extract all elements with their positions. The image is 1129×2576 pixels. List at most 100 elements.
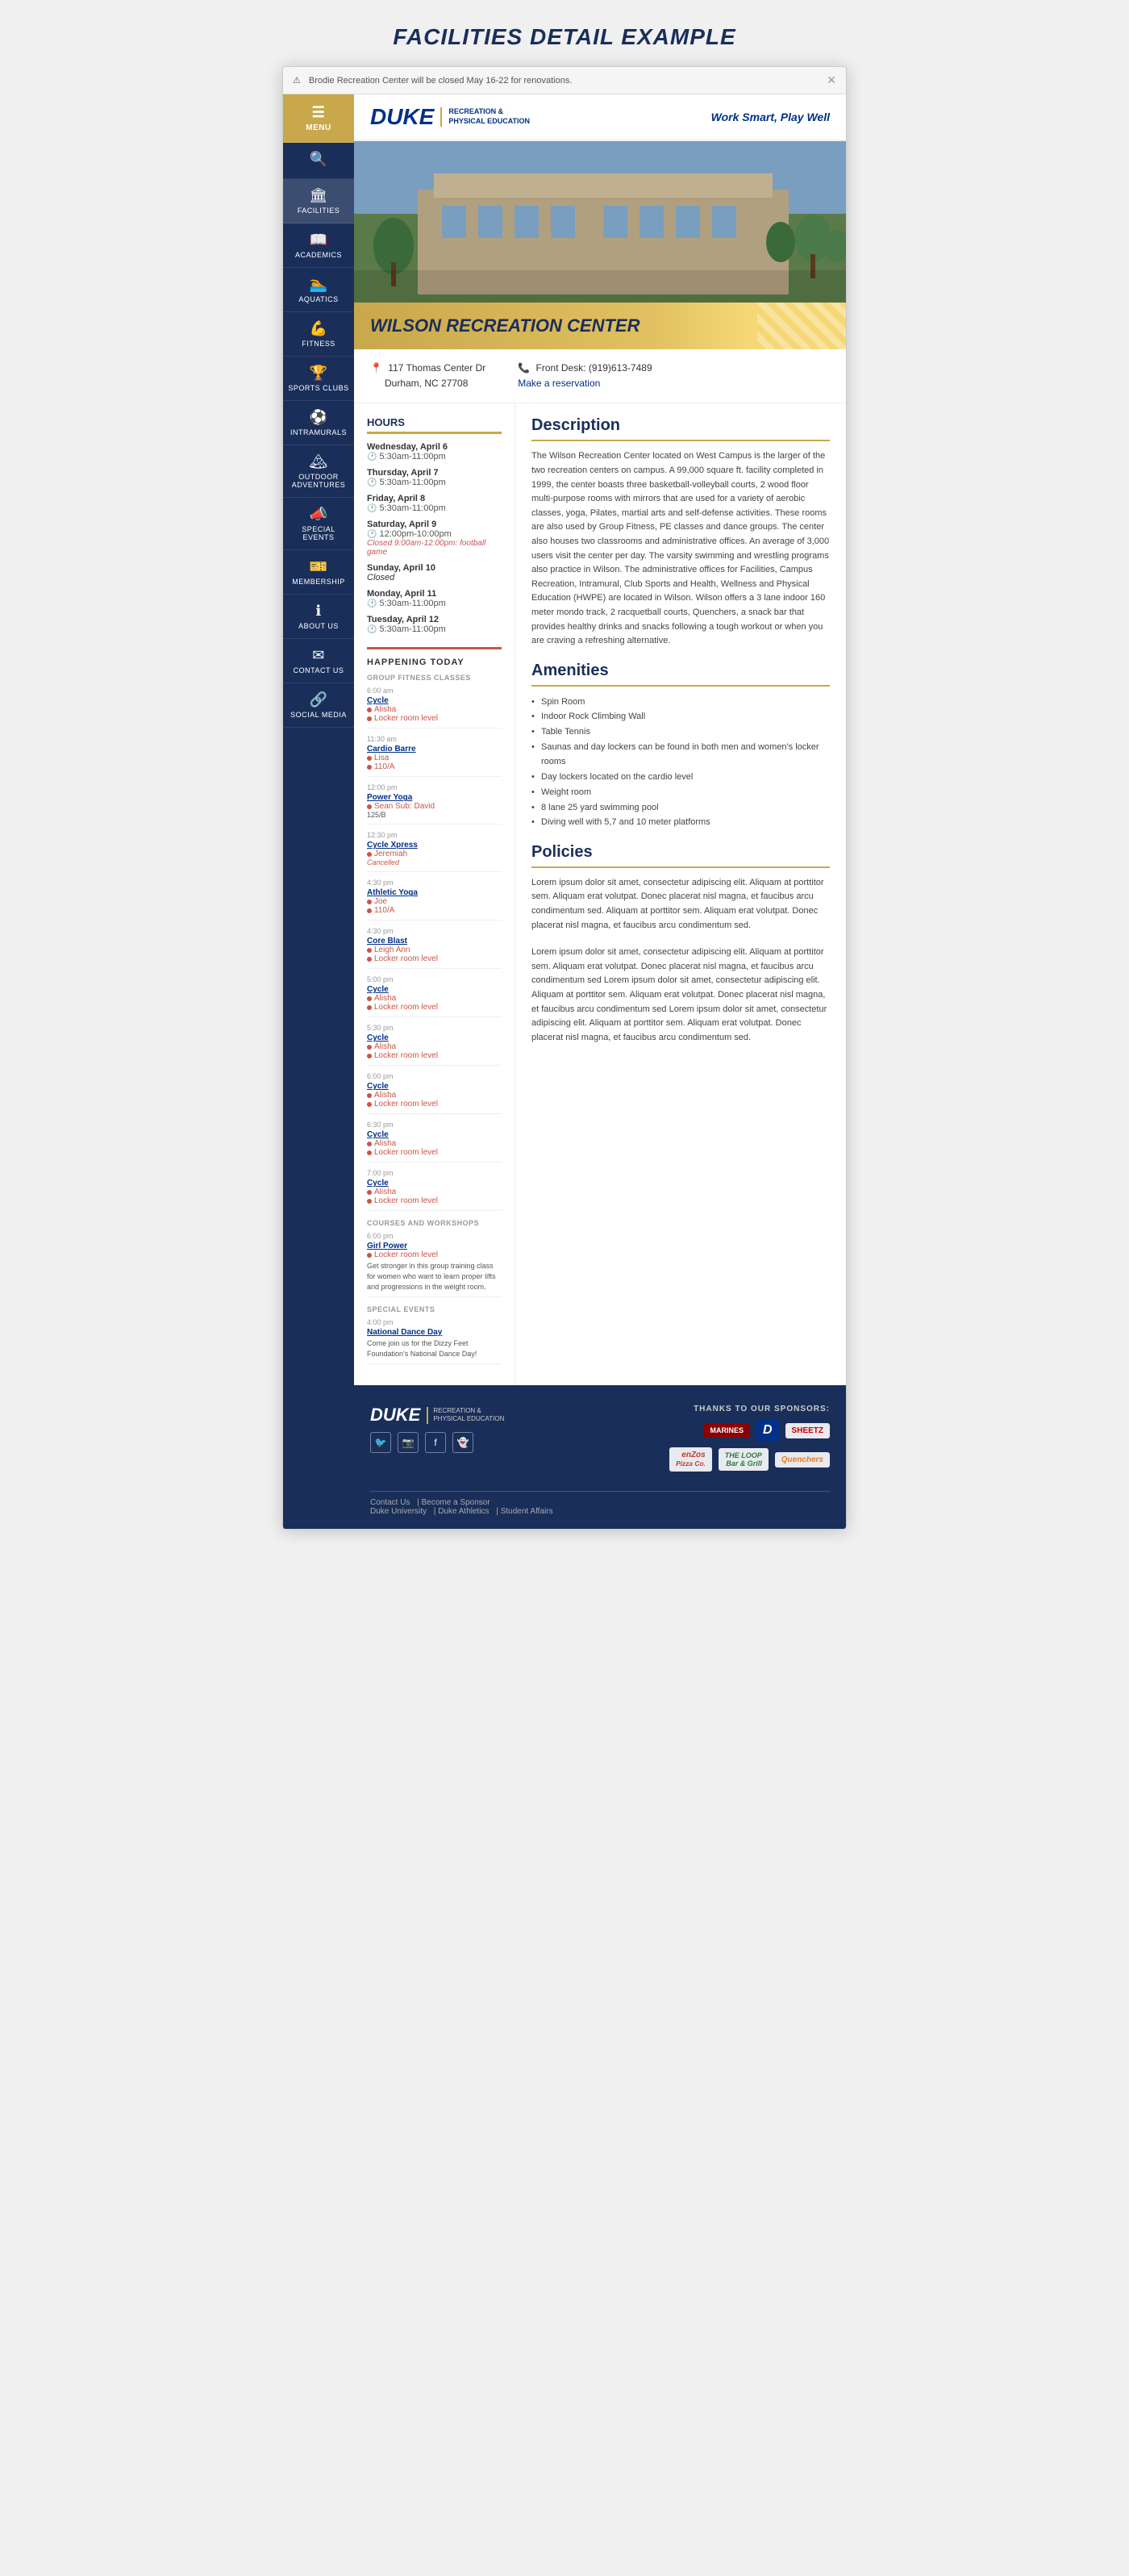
class-name-cycle-530[interactable]: Cycle [367,1033,502,1042]
sports-clubs-icon: 🏆 [310,365,328,382]
class-name-athletic-yoga[interactable]: Athletic Yoga [367,888,502,897]
sidebar-label-social: SOCIAL MEDIA [290,711,347,719]
sidebar-label-aquatics: AQUATICS [298,295,338,303]
sidebar-item-intramurals[interactable]: ⚽ INTRAMURALS [283,401,354,445]
amenity-item: Weight room [531,785,830,800]
class-name-cardio-barre[interactable]: Cardio Barre [367,745,502,754]
reservation-link[interactable]: Make a reservation [518,378,600,389]
sidebar-item-social-media[interactable]: 🔗 SOCIAL MEDIA [283,683,354,728]
event-name-national-dance[interactable]: National Dance Day [367,1328,502,1337]
sidebar-item-about-us[interactable]: ℹ ABOUT US [283,595,354,639]
loop-sponsor: THE LOOPBar & Grill [719,1448,769,1471]
sidebar-item-academics[interactable]: 📖 ACADEMICS [283,223,354,268]
instagram-button[interactable]: 📷 [398,1432,419,1453]
sidebar-item-aquatics[interactable]: 🏊 AQUATICS [283,268,354,312]
class-item-core-blast: 4:30 pm Core Blast Leigh Ann Locker room… [367,927,502,969]
class-item-cycle-xpress: 12:30 pm Cycle Xpress Jeremiah Cancelled [367,831,502,872]
intramurals-icon: ⚽ [310,409,328,426]
class-name-cycle-xpress[interactable]: Cycle Xpress [367,841,502,850]
become-sponsor-link[interactable]: Become a Sponsor [422,1498,490,1507]
instructor-dot [367,1093,372,1098]
aquatics-icon: 🏊 [310,276,328,293]
academics-icon: 📖 [310,232,328,248]
class-name-cycle-700[interactable]: Cycle [367,1179,502,1188]
course-name-girl-power[interactable]: Girl Power [367,1242,502,1250]
info-bar: 📍 117 Thomas Center Dr Durham, NC 27708 … [354,349,846,403]
hours-section: HOURS Wednesday, April 6 🕐 5:30am-11:00p… [367,416,502,634]
quenchers-sponsor: Quenchers [775,1452,830,1468]
twitter-button[interactable]: 🐦 [370,1432,391,1453]
clock-icon: 🕐 [367,504,377,513]
duke-athletics-link[interactable]: Duke Athletics [438,1507,489,1516]
class-item-cycle-700: 7:00 pm Cycle Alisha Locker room level [367,1169,502,1211]
group-fitness-heading: GROUP FITNESS CLASSES [367,674,502,682]
class-name-cycle-500[interactable]: Cycle [367,985,502,994]
phone-icon: 📞 [518,362,530,374]
policies-body2: Lorem ipsum dolor sit amet, consectetur … [531,946,830,1045]
class-item-power-yoga: 12:00 pm Power Yoga Sean Sub: David 125/… [367,783,502,825]
student-affairs-link[interactable]: Student Affairs [501,1507,553,1516]
policies-title: Policies [531,843,830,868]
close-alert-button[interactable]: ✕ [827,73,836,87]
sidebar-item-membership[interactable]: 🎫 MEMBERSHIP [283,550,354,595]
class-name-power-yoga[interactable]: Power Yoga [367,793,502,802]
sponsor-logos-row1: MARINES D SHEETZ [669,1420,830,1441]
outdoor-icon: 🏔 [309,453,327,470]
group-fitness-subsection: GROUP FITNESS CLASSES 6:00 am Cycle Alis… [367,674,502,1211]
sidebar-item-facilities[interactable]: 🏛 FACILITIES [283,179,354,223]
duke-sponsor: D [756,1420,779,1441]
sidebar-item-menu[interactable]: ☰ MENU [283,94,354,143]
location-dot [367,765,372,770]
amenity-item: Spin Room [531,695,830,710]
browser-window: ⚠ Brodie Recreation Center will be close… [282,66,847,1530]
contact-us-link[interactable]: Contact Us [370,1498,410,1507]
facebook-button[interactable]: f [425,1432,446,1453]
instructor-dot [367,804,372,809]
location-dot [367,1253,372,1258]
sidebar-item-search[interactable]: 🔍 [283,143,354,179]
sidebar-label-intramurals: INTRAMURALS [290,428,347,436]
instructor-dot [367,996,372,1001]
sidebar-item-special-events[interactable]: 📣 SPECIAL EVENTS [283,498,354,550]
location-dot [367,1005,372,1010]
right-column: Description The Wilson Recreation Center… [515,403,846,1385]
footer-logo: DUKE RECREATION & PHYSICAL EDUCATION [370,1405,504,1426]
sidebar-item-outdoor-adventures[interactable]: 🏔 OUTDOOR ADVENTURES [283,445,354,498]
duke-university-link[interactable]: Duke University [370,1507,427,1516]
address-info: 📍 117 Thomas Center Dr Durham, NC 27708 [370,361,485,391]
duke-logo: DUKE [370,104,434,130]
hours-wednesday: Wednesday, April 6 🕐 5:30am-11:00pm [367,442,502,461]
hours-saturday: Saturday, April 9 🕐 12:00pm-10:00pm Clos… [367,520,502,557]
sidebar-label-academics: ACADEMICS [295,251,342,259]
amenity-item: 8 lane 25 yard swimming pool [531,800,830,816]
sidebar-item-sports-clubs[interactable]: 🏆 SPORTS CLUBS [283,357,354,401]
instructor-dot [367,1190,372,1195]
class-name-cycle-600pm[interactable]: Cycle [367,1082,502,1091]
hours-tuesday: Tuesday, April 12 🕐 5:30am-11:00pm [367,615,502,634]
description-title: Description [531,416,830,441]
amenity-item: Saunas and day lockers can be found in b… [531,740,830,770]
contact-icon: ✉ [312,647,325,664]
logo-area: DUKE RECREATION & PHYSICAL EDUCATION [370,104,530,130]
class-name-core-blast[interactable]: Core Blast [367,937,502,946]
class-item-cycle-630: 6:30 pm Cycle Alisha Locker room level [367,1121,502,1163]
instructor-dot [367,1045,372,1050]
sidebar-item-contact-us[interactable]: ✉ CONTACT US [283,639,354,683]
search-icon: 🔍 [310,151,328,168]
clock-icon: 🕐 [367,478,377,487]
class-name-cycle[interactable]: Cycle [367,696,502,705]
hours-thursday: Thursday, April 7 🕐 5:30am-11:00pm [367,468,502,487]
snapchat-button[interactable]: 👻 [452,1432,473,1453]
sidebar-item-fitness[interactable]: 💪 FITNESS [283,312,354,357]
course-girl-power: 6:00 pm Girl Power Locker room level Get… [367,1232,502,1297]
sidebar-label-about: ABOUT US [298,622,339,630]
class-name-cycle-630[interactable]: Cycle [367,1130,502,1139]
clock-icon: 🕐 [367,453,377,461]
location-dot [367,957,372,962]
footer-logo-subtitle: RECREATION & PHYSICAL EDUCATION [427,1407,504,1424]
marines-sponsor: MARINES [703,1423,750,1438]
clock-icon: 🕐 [367,599,377,608]
enzos-sponsor: enZosPizza Co. [669,1447,712,1472]
sidebar-label-facilities: FACILITIES [298,207,340,215]
browser-alert-bar: ⚠ Brodie Recreation Center will be close… [283,67,846,94]
